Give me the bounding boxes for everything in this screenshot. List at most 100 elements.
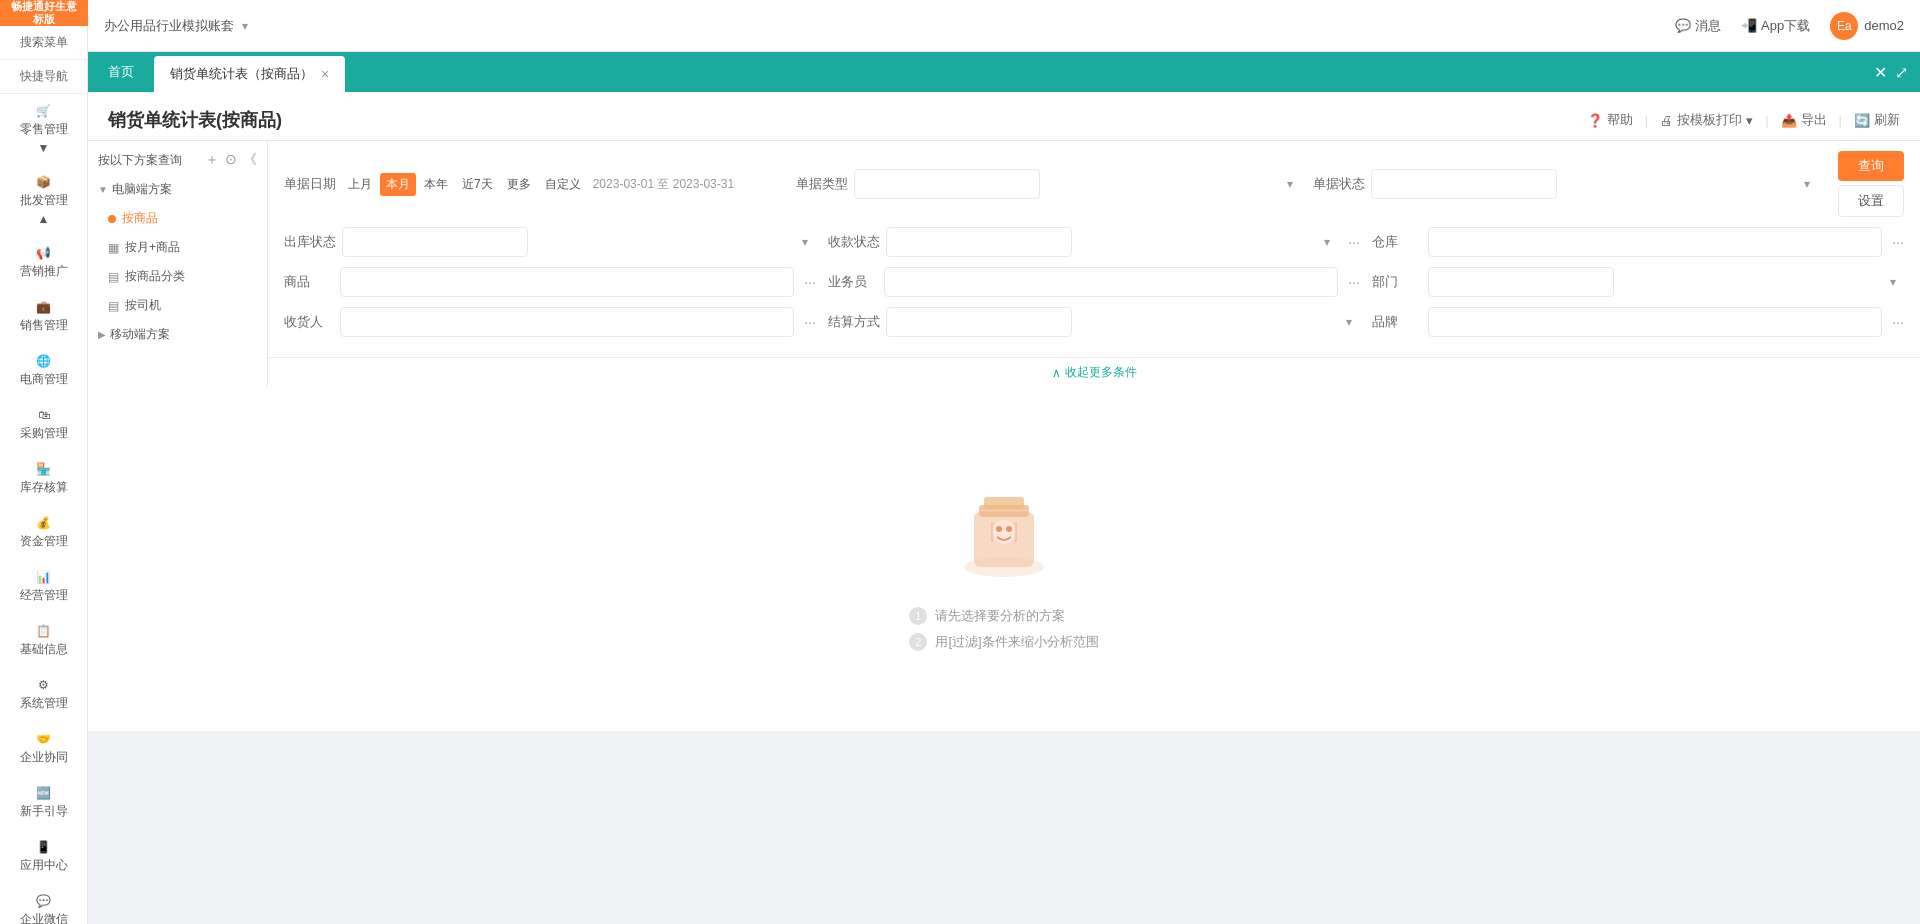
scheme-item-month-goods[interactable]: ▦ 按月+商品 [88,233,267,262]
print-btn[interactable]: 🖨 按模板打印 ▾ [1660,111,1753,129]
driver-icon: ▤ [108,299,119,313]
sidebar-item-corp[interactable]: 🤝 企业协同 [0,722,87,776]
query-btn[interactable]: 查询 [1838,151,1904,181]
help-btn[interactable]: ❓ 帮助 [1587,111,1633,129]
sidebar-item-sales[interactable]: 💼 销售管理 [0,290,87,344]
topbar-dropdown-icon[interactable]: ▾ [242,19,248,33]
sidebar-item-inventory[interactable]: 🏪 库存核算 [0,452,87,506]
sidebar-item-guide[interactable]: 🆕 新手引导 [0,776,87,830]
warehouse-label: 仓库 [1372,233,1422,251]
calendar-icon: ▦ [108,241,119,255]
scheme-add-icon[interactable]: ＋ [205,151,219,169]
goods-input[interactable] [340,267,794,297]
receiver-field: 收货人 ··· [284,307,816,337]
action-buttons-col: 查询 设置 [1838,151,1904,217]
corp-icon: 🤝 [36,732,51,746]
svg-point-6 [1006,526,1012,532]
sales-icon: 💼 [36,300,51,314]
settle-select-wrap: ▾ [886,307,1360,337]
page-header: 销货单统计表(按商品) ❓ 帮助 | 🖨 按模板打印 ▾ | 📤 [88,92,1920,140]
brand-ellipsis[interactable]: ··· [1892,314,1904,330]
sidebar-quicknav[interactable]: 快捷导航 [0,60,87,94]
message-icon: 💬 [1675,18,1691,33]
bill-status-label: 单据状态 [1313,175,1365,193]
scheme-item-goods-category[interactable]: ▤ 按商品分类 [88,262,267,291]
sidebar-item-weixin[interactable]: 💬 企业微信 [0,884,87,924]
date-more[interactable]: 更多 [501,173,537,196]
scheme-settings-icon[interactable]: ⊙ [225,151,237,169]
bill-type-input[interactable]: 销货单 [854,169,1040,199]
sidebar-item-operations[interactable]: 📊 经营管理 [0,560,87,614]
filter-row-3: 商品 ··· 业务员 ··· 部门 [284,267,1904,297]
sidebar-item-purchase[interactable]: 🛍 采购管理 [0,398,87,452]
sidebar-item-marketing[interactable]: 📢 营销推广 [0,236,87,290]
date-7days[interactable]: 近7天 [456,173,499,196]
scheme-item-driver[interactable]: ▤ 按司机 [88,291,267,320]
stock-input[interactable]: 已出库 [342,227,528,257]
salesman-label: 业务员 [828,273,878,291]
tab-close-btn[interactable]: × [321,66,329,82]
sidebar-item-wholesale[interactable]: 📦 批发管理 ▲ [0,165,87,236]
setting-btn[interactable]: 设置 [1838,185,1904,217]
dept-label: 部门 [1372,273,1422,291]
filter-row-1: 单据日期 上月 本月 本年 近7天 更多 自定义 2023-03-01 至 20… [284,151,1904,217]
sidebar-search[interactable]: 搜索菜单 [0,26,87,60]
filter-form: 单据日期 上月 本月 本年 近7天 更多 自定义 2023-03-01 至 20… [268,141,1920,357]
sidebar-item-ecommerce[interactable]: 🌐 电商管理 [0,344,87,398]
main-area: 办公用品行业模拟账套 ▾ 💬 消息 📲 App下载 Ea demo2 首页 销货… [88,0,1920,924]
maximize-icon[interactable]: ⤢ [1895,63,1908,82]
scheme-group-label: 电脑端方案 [112,181,172,198]
salesman-input[interactable] [884,267,1338,297]
filter-area: 按以下方案查询 ＋ ⊙ 《 ▼ 电脑端方案 [88,140,1920,387]
refresh-btn[interactable]: 🔄 刷新 [1854,111,1900,129]
topbar-message-btn[interactable]: 💬 消息 [1675,17,1721,35]
brand-input[interactable] [1428,307,1882,337]
sidebar-logo: 畅捷通好生意 标版 [0,0,88,26]
tip-text-1: 请先选择要分析的方案 [935,607,1065,625]
date-last-month[interactable]: 上月 [342,173,378,196]
settle-input[interactable] [886,307,1072,337]
tab-maximize-area: ✕ ⤢ [1874,63,1908,82]
marketing-icon: 📢 [36,246,51,260]
sidebar-item-basics[interactable]: 📋 基础信息 [0,614,87,668]
topbar-user-btn[interactable]: Ea demo2 [1830,12,1904,40]
sidebar-item-retail[interactable]: 🛒 零售管理 ▼ [0,94,87,165]
sidebar-item-finance[interactable]: 💰 资金管理 [0,506,87,560]
date-custom[interactable]: 自定义 [539,173,587,196]
topbar-app-btn[interactable]: 📲 App下载 [1741,17,1810,35]
goods-ellipsis[interactable]: ··· [804,274,816,290]
export-btn[interactable]: 📤 导出 [1781,111,1827,129]
payment-input[interactable] [886,227,1072,257]
date-this-month[interactable]: 本月 [380,173,416,196]
date-this-year[interactable]: 本年 [418,173,454,196]
warehouse-input[interactable] [1428,227,1882,257]
collapse-up-icon: ∧ [1052,366,1061,380]
print-dropdown-icon[interactable]: ▾ [1746,113,1753,128]
scheme-group-pc-header[interactable]: ▼ 电脑端方案 [88,175,267,204]
scheme-collapse-icon[interactable]: 《 [243,151,257,169]
topbar: 办公用品行业模拟账套 ▾ 💬 消息 📲 App下载 Ea demo2 [88,0,1920,52]
collapse-bar[interactable]: ∧ 收起更多条件 [268,357,1920,387]
scheme-item-by-goods[interactable]: 按商品 [88,204,267,233]
tab-home[interactable]: 首页 [88,52,154,92]
receiver-ellipsis[interactable]: ··· [804,314,816,330]
scheme-group-mobile-header[interactable]: ▶ 移动端方案 [88,320,267,349]
sidebar-item-appcenter[interactable]: 📱 应用中心 [0,830,87,884]
retail-arrow-icon: ▼ [38,141,50,155]
bill-type-chevron-icon: ▾ [1287,177,1293,191]
sidebar-item-system[interactable]: ⚙ 系统管理 [0,668,87,722]
salesman-ellipsis[interactable]: ··· [1348,274,1360,290]
content-area: 销货单统计表(按商品) ❓ 帮助 | 🖨 按模板打印 ▾ | 📤 [88,92,1920,924]
empty-tips: 1 请先选择要分析的方案 2 用[过滤]条件来缩小分析范围 [909,607,1098,651]
close-tab-icon[interactable]: ✕ [1874,63,1887,82]
dept-input[interactable] [1428,267,1614,297]
bill-status-input[interactable]: 已生效 [1371,169,1557,199]
scheme-item-label: 按商品 [122,210,158,227]
scheme-item-label: 按司机 [125,297,161,314]
filter-row-2: 出库状态 已出库 ▾ 收款状态 ▾ [284,227,1904,257]
receiver-input[interactable] [340,307,794,337]
warehouse-ellipsis[interactable]: ··· [1892,234,1904,250]
payment-ellipsis[interactable]: ··· [1348,234,1360,250]
refresh-icon: 🔄 [1854,113,1870,128]
finance-icon: 💰 [36,516,51,530]
